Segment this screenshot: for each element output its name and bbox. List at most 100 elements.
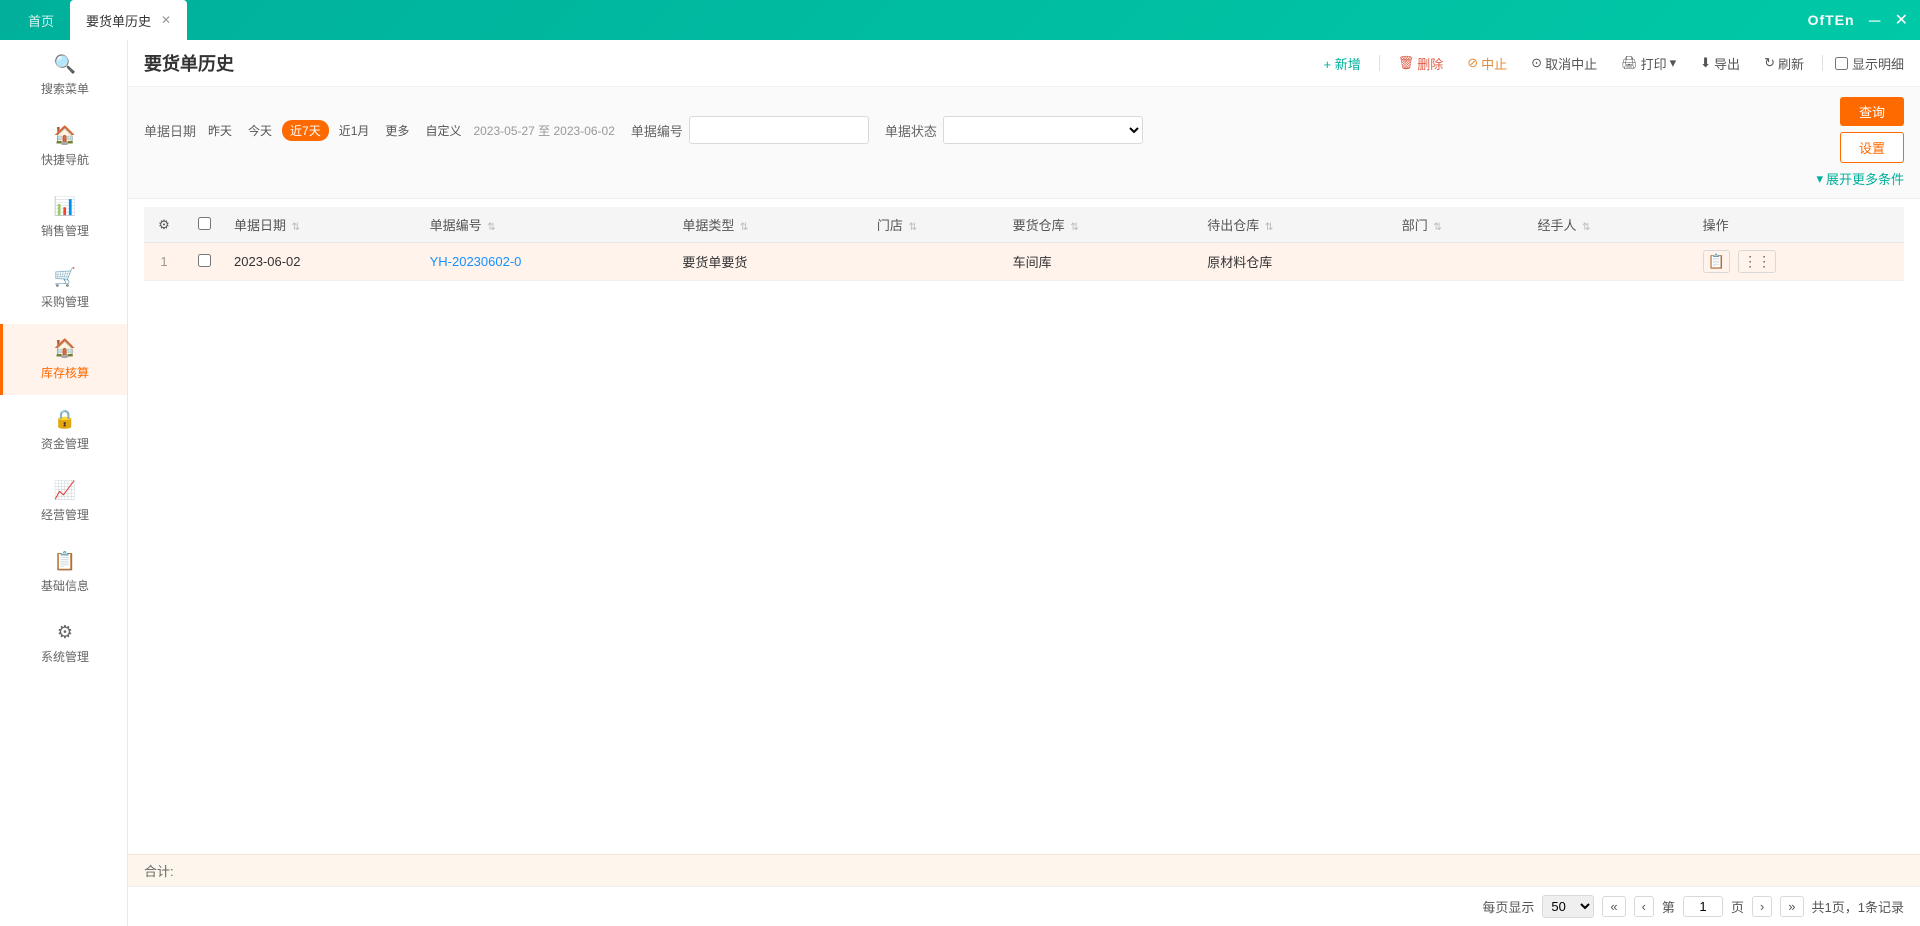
shortcut-last7[interactable]: 近7天 [282, 120, 329, 141]
page-header: 要货单历史 + 新增 🗑 删除 ⊘ 中止 ⊙ 取消中止 🖨 打 [128, 40, 1920, 87]
minimize-icon[interactable]: － [1867, 8, 1883, 32]
sort-date-icon: ⇅ [292, 222, 300, 233]
sort-type-icon: ⇅ [740, 222, 748, 233]
print-icon: 🖨 [1621, 55, 1638, 71]
tab-home[interactable]: 首页 [12, 0, 70, 40]
filter-row-1: 单据日期 昨天 今天 近7天 近1月 更多 自定义 2023-05-27 至 2… [144, 97, 1904, 163]
finance-icon: 🔒 [54, 409, 76, 430]
row-operations: 📋 ⋮⋮ [1693, 243, 1904, 281]
order-no-link[interactable]: YH-20230602-0 [430, 254, 522, 269]
row-type: 要货单要货 [672, 243, 867, 281]
suspend-button[interactable]: ⊘ 中止 [1461, 51, 1513, 76]
shortcut-custom[interactable]: 自定义 [419, 120, 467, 141]
divider-2 [1822, 55, 1823, 71]
th-checkbox[interactable] [184, 207, 224, 243]
quick-nav-icon: 🏠 [54, 125, 76, 146]
sidebar-item-purchase[interactable]: 🛒 采购管理 [0, 253, 127, 324]
sidebar-item-label-inventory: 库存核算 [41, 364, 89, 381]
print-button[interactable]: 🖨 打印 ▾ [1615, 51, 1682, 76]
status-filter-group: 单据状态 [885, 116, 1143, 144]
search-menu-icon: 🔍 [54, 54, 76, 75]
shortcut-yesterday[interactable]: 昨天 [202, 120, 238, 141]
th-req-warehouse[interactable]: 要货仓库 ⇅ [1003, 207, 1198, 243]
row-handler [1527, 243, 1692, 281]
sidebar-item-system[interactable]: ⚙ 系统管理 [0, 608, 127, 679]
refresh-icon: ↻ [1764, 55, 1775, 71]
close-window-icon[interactable]: ✕ [1895, 10, 1908, 30]
display-detail-toggle[interactable]: 显示明细 [1835, 54, 1904, 73]
filter-second-row: ▾ 展开更多条件 [144, 169, 1904, 188]
row-checkbox[interactable] [184, 243, 224, 281]
select-all-checkbox[interactable] [198, 217, 211, 230]
row-select-checkbox[interactable] [198, 254, 211, 267]
sidebar-item-finance[interactable]: 🔒 资金管理 [0, 395, 127, 466]
page-size-label: 每页显示 [1482, 897, 1534, 916]
query-button[interactable]: 查询 [1840, 97, 1904, 126]
delete-icon: 🗑 [1398, 55, 1415, 71]
status-select[interactable] [943, 116, 1143, 144]
table-row: 1 2023-06-02 YH-20230602-0 要货单要货 车间库 原材料… [144, 243, 1904, 281]
th-order-no[interactable]: 单据编号 ⇅ [420, 207, 673, 243]
th-type[interactable]: 单据类型 ⇅ [672, 207, 867, 243]
sidebar-item-label-baseinfo: 基础信息 [41, 577, 89, 594]
sidebar-item-quick-nav[interactable]: 🏠 快捷导航 [0, 111, 127, 182]
page-size-select[interactable]: 50 10 20 100 [1542, 895, 1594, 918]
sidebar-item-inventory[interactable]: 🏠 库存核算 [0, 324, 127, 395]
export-button[interactable]: ⬇ 导出 [1694, 51, 1746, 76]
cancel-suspend-button[interactable]: ⊙ 取消中止 [1525, 51, 1603, 76]
shortcut-more[interactable]: 更多 [379, 120, 415, 141]
th-department[interactable]: 部门 ⇅ [1392, 207, 1528, 243]
sort-handler-icon: ⇅ [1582, 222, 1590, 233]
brand-label: OfTEn [1808, 12, 1855, 28]
order-no-input[interactable] [689, 116, 869, 144]
row-order-no: YH-20230602-0 [420, 243, 673, 281]
th-operations: 操作 [1693, 207, 1904, 243]
sales-icon: 📊 [54, 196, 76, 217]
add-button[interactable]: + 新增 [1317, 51, 1366, 76]
sidebar-item-label-finance: 资金管理 [41, 435, 89, 452]
sort-reqwarehouse-icon: ⇅ [1070, 222, 1078, 233]
sidebar-item-sales[interactable]: 📊 销售管理 [0, 182, 127, 253]
shortcut-today[interactable]: 今天 [242, 120, 278, 141]
th-date[interactable]: 单据日期 ⇅ [224, 207, 420, 243]
more-icon[interactable]: ⋮⋮ [1738, 250, 1776, 273]
tab-close-icon[interactable]: ✕ [161, 13, 171, 27]
expand-conditions-button[interactable]: ▾ 展开更多条件 [1816, 169, 1904, 188]
row-index: 1 [144, 243, 184, 281]
sort-pendingwarehouse-icon: ⇅ [1265, 222, 1273, 233]
row-pending-warehouse: 原材料仓库 [1197, 243, 1392, 281]
table-header: ⚙ 单据日期 ⇅ 单据编号 ⇅ [144, 207, 1904, 243]
th-pending-warehouse[interactable]: 待出仓库 ⇅ [1197, 207, 1392, 243]
date-range-display: 2023-05-27 至 2023-06-02 [473, 122, 614, 139]
th-settings[interactable]: ⚙ [144, 207, 184, 243]
tab-home-label: 首页 [28, 11, 54, 30]
delete-button[interactable]: 🗑 删除 [1392, 51, 1450, 76]
purchase-icon: 🛒 [54, 267, 76, 288]
inventory-icon: 🏠 [54, 338, 76, 359]
tab-requisition-history[interactable]: 要货单历史 ✕ [70, 0, 187, 40]
first-page-button[interactable]: « [1602, 896, 1625, 917]
sort-department-icon: ⇅ [1433, 222, 1441, 233]
row-store [867, 243, 1003, 281]
sidebar-item-operations[interactable]: 📈 经营管理 [0, 466, 127, 537]
th-handler[interactable]: 经手人 ⇅ [1527, 207, 1692, 243]
sidebar-item-base-info[interactable]: 📋 基础信息 [0, 537, 127, 608]
edit-icon[interactable]: 📋 [1703, 250, 1730, 273]
page-number-input[interactable] [1683, 896, 1723, 917]
display-detail-checkbox[interactable] [1835, 57, 1848, 70]
th-store[interactable]: 门店 ⇅ [867, 207, 1003, 243]
sidebar-item-search-menu[interactable]: 🔍 搜索菜单 [0, 40, 127, 111]
pagination: 每页显示 50 10 20 100 « ‹ 第 页 › » 共1页，1条记录 [128, 886, 1920, 926]
row-req-warehouse: 车间库 [1003, 243, 1198, 281]
row-department [1392, 243, 1528, 281]
last-page-button[interactable]: » [1780, 896, 1803, 917]
filter-actions: 查询 设置 [1840, 97, 1904, 163]
content-area: 要货单历史 + 新增 🗑 删除 ⊘ 中止 ⊙ 取消中止 🖨 打 [128, 40, 1920, 926]
next-page-button[interactable]: › [1752, 896, 1772, 917]
prev-page-button[interactable]: ‹ [1634, 896, 1654, 917]
settings-button[interactable]: 设置 [1840, 132, 1904, 163]
order-no-filter-group: 单据编号 [631, 116, 869, 144]
refresh-button[interactable]: ↻ 刷新 [1758, 51, 1810, 76]
column-settings-icon[interactable]: ⚙ [158, 217, 170, 232]
shortcut-last1month[interactable]: 近1月 [333, 120, 376, 141]
